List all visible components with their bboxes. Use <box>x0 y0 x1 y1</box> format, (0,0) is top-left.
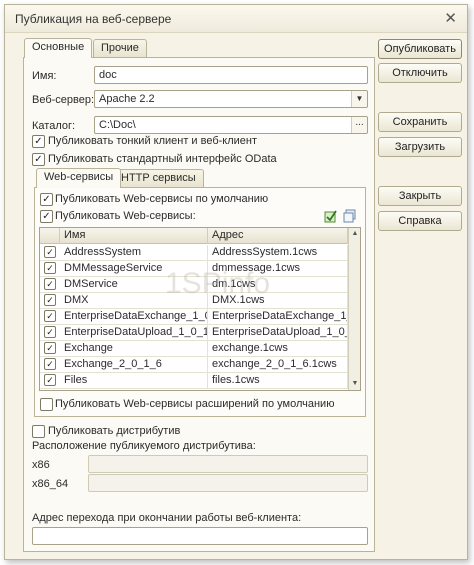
watermark: 1SPinfo <box>165 267 271 300</box>
web-services-panel: ✓ Публиковать Web-сервисы по умолчанию ✓… <box>34 187 366 417</box>
row-checkbox[interactable]: ✓ <box>44 278 56 290</box>
header-name[interactable]: Имя <box>60 228 208 244</box>
distributive-location-label: Расположение публикуемого дистрибутива: <box>32 440 256 452</box>
table-header: Имя Адрес <box>40 228 360 244</box>
name-field[interactable]: doc <box>94 66 368 84</box>
row-name: Exchange_2_0_1_6 <box>60 357 208 373</box>
exit-url-field[interactable] <box>32 527 368 545</box>
header-address[interactable]: Адрес <box>208 228 348 244</box>
x86-label: x86 <box>32 459 50 471</box>
row-name: EnterpriseDataExchange_1_0_... <box>60 309 208 325</box>
thin-client-label: Публиковать тонкий клиент и веб-клиент <box>48 135 258 147</box>
row-address: files.1cws <box>208 373 348 389</box>
row-checkbox[interactable]: ✓ <box>44 294 56 306</box>
row-checkbox[interactable]: ✓ <box>44 262 56 274</box>
row-address: EnterpriseDataUpload_1_0_1_1... <box>208 325 348 341</box>
catalog-field[interactable]: C:\Doc\ ... <box>94 116 368 134</box>
row-name: Files <box>60 373 208 389</box>
ws-publish-checkbox[interactable]: ✓ <box>40 210 53 223</box>
ws-ext-default-checkbox[interactable] <box>40 398 53 411</box>
row-name: Exchange <box>60 341 208 357</box>
row-address: exchange_2_0_1_6.1cws <box>208 357 348 373</box>
ws-default-checkbox[interactable]: ✓ <box>40 193 53 206</box>
table-row[interactable]: ✓ AddressSystem AddressSystem.1cws <box>40 245 360 261</box>
scroll-down-icon[interactable]: ▼ <box>349 378 361 390</box>
odata-checkbox[interactable]: ✓ <box>32 153 45 166</box>
tab-main[interactable]: Основные <box>24 38 93 58</box>
x86-field[interactable] <box>88 455 368 473</box>
row-checkbox[interactable]: ✓ <box>44 246 56 258</box>
row-address: AddressSystem.1cws <box>208 245 348 261</box>
publish-dialog: Публикация на веб-сервере ✕ Основные Про… <box>4 4 468 560</box>
thin-client-checkbox[interactable]: ✓ <box>32 135 45 148</box>
help-button[interactable]: Справка <box>378 211 462 231</box>
table-row[interactable]: ✓ EnterpriseDataUpload_1_0_1_1 Enterpris… <box>40 325 360 341</box>
chevron-down-icon[interactable]: ▼ <box>351 91 367 107</box>
row-checkbox[interactable]: ✓ <box>44 374 56 386</box>
ws-default-label: Публиковать Web-сервисы по умолчанию <box>55 193 269 205</box>
row-checkbox[interactable]: ✓ <box>44 326 56 338</box>
web-services-table: Имя Адрес ✓ AddressSystem AddressSystem.… <box>39 227 361 391</box>
close-icon[interactable]: ✕ <box>444 9 457 27</box>
tab-other[interactable]: Прочие <box>93 39 147 58</box>
close-button[interactable]: Закрыть <box>378 186 462 206</box>
catalog-label: Каталог: <box>32 120 76 132</box>
row-address: EnterpriseDataExchange_1_0... <box>208 309 348 325</box>
table-row[interactable]: ✓ Exchange_2_0_1_6 exchange_2_0_1_6.1cws <box>40 357 360 373</box>
table-row[interactable]: ✓ Files files.1cws <box>40 373 360 389</box>
title-bar: Публикация на веб-сервере ✕ <box>5 5 467 33</box>
row-name: AddressSystem <box>60 245 208 261</box>
load-button[interactable]: Загрузить <box>378 137 462 157</box>
tab-http-services[interactable]: HTTP сервисы <box>113 169 204 188</box>
ws-ext-default-label: Публиковать Web-сервисы расширений по ум… <box>55 398 335 410</box>
row-address: exchange.1cws <box>208 341 348 357</box>
row-checkbox[interactable]: ✓ <box>44 310 56 322</box>
catalog-value: C:\Doc\ <box>99 119 136 131</box>
main-tab-panel: Имя: doc Веб-сервер: Apache 2.2 ▼ Катало… <box>23 57 375 552</box>
scroll-up-icon[interactable]: ▲ <box>349 228 361 240</box>
server-value: Apache 2.2 <box>99 93 155 105</box>
window-title: Публикация на веб-сервере <box>15 12 172 26</box>
ws-publish-label: Публиковать Web-сервисы: <box>55 210 196 222</box>
table-scrollbar[interactable]: ▲ ▼ <box>348 228 360 390</box>
name-label: Имя: <box>32 70 57 82</box>
distributive-checkbox[interactable] <box>32 425 45 438</box>
server-label: Веб-сервер: <box>32 94 95 106</box>
save-button[interactable]: Сохранить <box>378 112 462 132</box>
odata-label: Публиковать стандартный интерфейс OData <box>48 153 277 165</box>
exit-url-label: Адрес перехода при окончании работы веб-… <box>32 512 302 524</box>
uncheck-all-icon[interactable] <box>343 209 357 223</box>
publish-button[interactable]: Опубликовать <box>378 39 462 59</box>
unpublish-button[interactable]: Отключить <box>378 63 462 83</box>
tab-web-services[interactable]: Web-сервисы <box>36 168 122 188</box>
row-name: EnterpriseDataUpload_1_0_1_1 <box>60 325 208 341</box>
server-select[interactable]: Apache 2.2 ▼ <box>94 90 368 108</box>
browse-icon[interactable]: ... <box>351 117 367 133</box>
x86-64-label: x86_64 <box>32 478 69 490</box>
distributive-label: Публиковать дистрибутив <box>48 425 181 437</box>
row-checkbox[interactable]: ✓ <box>44 358 56 370</box>
check-all-icon[interactable] <box>324 209 338 223</box>
row-checkbox[interactable]: ✓ <box>44 342 56 354</box>
table-row[interactable]: ✓ EnterpriseDataExchange_1_0_... Enterpr… <box>40 309 360 325</box>
table-row[interactable]: ✓ Exchange exchange.1cws <box>40 341 360 357</box>
x86-64-field[interactable] <box>88 474 368 492</box>
